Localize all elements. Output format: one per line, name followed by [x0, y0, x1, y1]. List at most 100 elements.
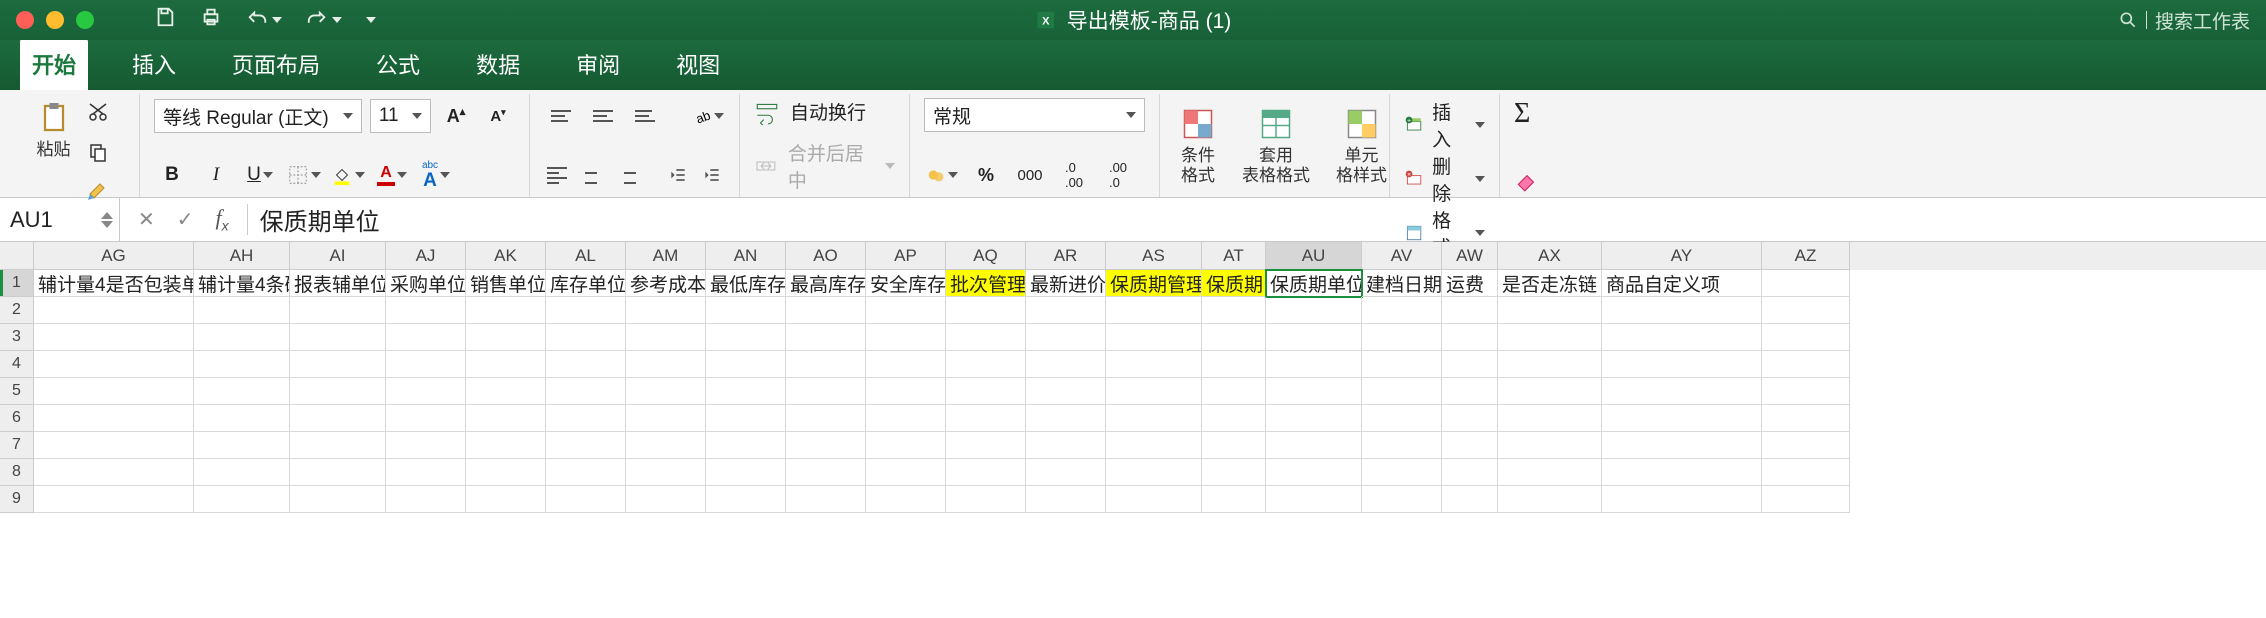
- cell-AM7[interactable]: [626, 432, 706, 459]
- decrease-indent-button[interactable]: [665, 157, 691, 193]
- cell-AU3[interactable]: [1266, 324, 1362, 351]
- print-icon[interactable]: [200, 6, 222, 34]
- cell-AY3[interactable]: [1602, 324, 1762, 351]
- cell-AL2[interactable]: [546, 297, 626, 324]
- cell-AU7[interactable]: [1266, 432, 1362, 459]
- cell-AV1[interactable]: 建档日期: [1362, 270, 1442, 297]
- cell-AS6[interactable]: [1106, 405, 1202, 432]
- row-header-6[interactable]: 6: [0, 405, 34, 432]
- cell-AP9[interactable]: [866, 486, 946, 513]
- paste-button[interactable]: 粘贴: [30, 98, 78, 162]
- cell-AM3[interactable]: [626, 324, 706, 351]
- row-header-3[interactable]: 3: [0, 324, 34, 351]
- cell-AV8[interactable]: [1362, 459, 1442, 486]
- cell-AZ3[interactable]: [1762, 324, 1850, 351]
- cancel-formula-icon[interactable]: ✕: [138, 207, 155, 232]
- row-header-9[interactable]: 9: [0, 486, 34, 513]
- cell-AI8[interactable]: [290, 459, 386, 486]
- cell-AZ9[interactable]: [1762, 486, 1850, 513]
- cell-AJ7[interactable]: [386, 432, 466, 459]
- cell-AG7[interactable]: [34, 432, 194, 459]
- redo-icon[interactable]: [306, 9, 342, 31]
- cell-AT5[interactable]: [1202, 378, 1266, 405]
- cell-AN1[interactable]: 最低库存: [706, 270, 786, 297]
- cell-AG3[interactable]: [34, 324, 194, 351]
- cell-AS8[interactable]: [1106, 459, 1202, 486]
- cell-AH6[interactable]: [194, 405, 290, 432]
- column-header-AN[interactable]: AN: [706, 242, 786, 270]
- percent-button[interactable]: %: [968, 157, 1004, 193]
- cell-AI6[interactable]: [290, 405, 386, 432]
- cell-AX7[interactable]: [1498, 432, 1602, 459]
- cell-AQ4[interactable]: [946, 351, 1026, 378]
- phonetic-button[interactable]: abcA: [418, 157, 454, 193]
- decrease-font-button[interactable]: A▾: [481, 98, 515, 134]
- cell-AL5[interactable]: [546, 378, 626, 405]
- cell-AJ2[interactable]: [386, 297, 466, 324]
- cell-AG9[interactable]: [34, 486, 194, 513]
- cell-AM1[interactable]: 参考成本: [626, 270, 706, 297]
- cell-AW2[interactable]: [1442, 297, 1498, 324]
- cell-AT8[interactable]: [1202, 459, 1266, 486]
- cell-AK8[interactable]: [466, 459, 546, 486]
- cell-AQ8[interactable]: [946, 459, 1026, 486]
- cell-AK3[interactable]: [466, 324, 546, 351]
- cell-AG1[interactable]: 辅计量4是否包装单位: [34, 270, 194, 297]
- cell-AY7[interactable]: [1602, 432, 1762, 459]
- cell-AJ5[interactable]: [386, 378, 466, 405]
- select-all-corner[interactable]: [0, 242, 34, 270]
- cell-AK9[interactable]: [466, 486, 546, 513]
- cell-AM8[interactable]: [626, 459, 706, 486]
- name-box-spinner[interactable]: [101, 212, 113, 228]
- underline-button[interactable]: U: [242, 157, 278, 193]
- cell-AN4[interactable]: [706, 351, 786, 378]
- cut-icon[interactable]: [86, 100, 110, 130]
- cell-AM6[interactable]: [626, 405, 706, 432]
- cell-AG8[interactable]: [34, 459, 194, 486]
- cell-AH1[interactable]: 辅计量4条码: [194, 270, 290, 297]
- format-as-table-button[interactable]: 套用 表格格式: [1236, 104, 1316, 187]
- cell-AZ1[interactable]: [1762, 270, 1850, 297]
- cell-AY6[interactable]: [1602, 405, 1762, 432]
- cell-AI5[interactable]: [290, 378, 386, 405]
- cell-AY5[interactable]: [1602, 378, 1762, 405]
- cell-AN7[interactable]: [706, 432, 786, 459]
- cell-AV6[interactable]: [1362, 405, 1442, 432]
- cell-AR3[interactable]: [1026, 324, 1106, 351]
- cell-AT6[interactable]: [1202, 405, 1266, 432]
- cell-AL9[interactable]: [546, 486, 626, 513]
- cell-AI7[interactable]: [290, 432, 386, 459]
- cell-AN8[interactable]: [706, 459, 786, 486]
- cell-AM9[interactable]: [626, 486, 706, 513]
- cell-AM4[interactable]: [626, 351, 706, 378]
- cell-AS4[interactable]: [1106, 351, 1202, 378]
- tab-formulas[interactable]: 公式: [364, 38, 432, 90]
- merge-center-button[interactable]: 合并后居中: [754, 139, 895, 193]
- cell-AX9[interactable]: [1498, 486, 1602, 513]
- cell-AJ1[interactable]: 采购单位: [386, 270, 466, 297]
- cell-AX3[interactable]: [1498, 324, 1602, 351]
- cell-styles-button[interactable]: 单元 格样式: [1330, 104, 1393, 187]
- tab-insert[interactable]: 插入: [120, 38, 188, 90]
- cell-AS7[interactable]: [1106, 432, 1202, 459]
- save-icon[interactable]: [154, 6, 176, 34]
- cell-AV4[interactable]: [1362, 351, 1442, 378]
- cell-AI4[interactable]: [290, 351, 386, 378]
- undo-icon[interactable]: [246, 9, 282, 31]
- cell-AK2[interactable]: [466, 297, 546, 324]
- cell-AR7[interactable]: [1026, 432, 1106, 459]
- column-header-AS[interactable]: AS: [1106, 242, 1202, 270]
- decrease-decimal-button[interactable]: .00.0: [1100, 157, 1136, 193]
- row-header-7[interactable]: 7: [0, 432, 34, 459]
- cell-AZ7[interactable]: [1762, 432, 1850, 459]
- align-center-button[interactable]: [578, 157, 604, 193]
- cell-AU8[interactable]: [1266, 459, 1362, 486]
- search-box[interactable]: 搜索工作表: [2118, 7, 2250, 34]
- qat-customize-icon[interactable]: [366, 17, 376, 23]
- cell-AL7[interactable]: [546, 432, 626, 459]
- cell-AH2[interactable]: [194, 297, 290, 324]
- cell-AL8[interactable]: [546, 459, 626, 486]
- cell-AM5[interactable]: [626, 378, 706, 405]
- cell-AN5[interactable]: [706, 378, 786, 405]
- cell-AV2[interactable]: [1362, 297, 1442, 324]
